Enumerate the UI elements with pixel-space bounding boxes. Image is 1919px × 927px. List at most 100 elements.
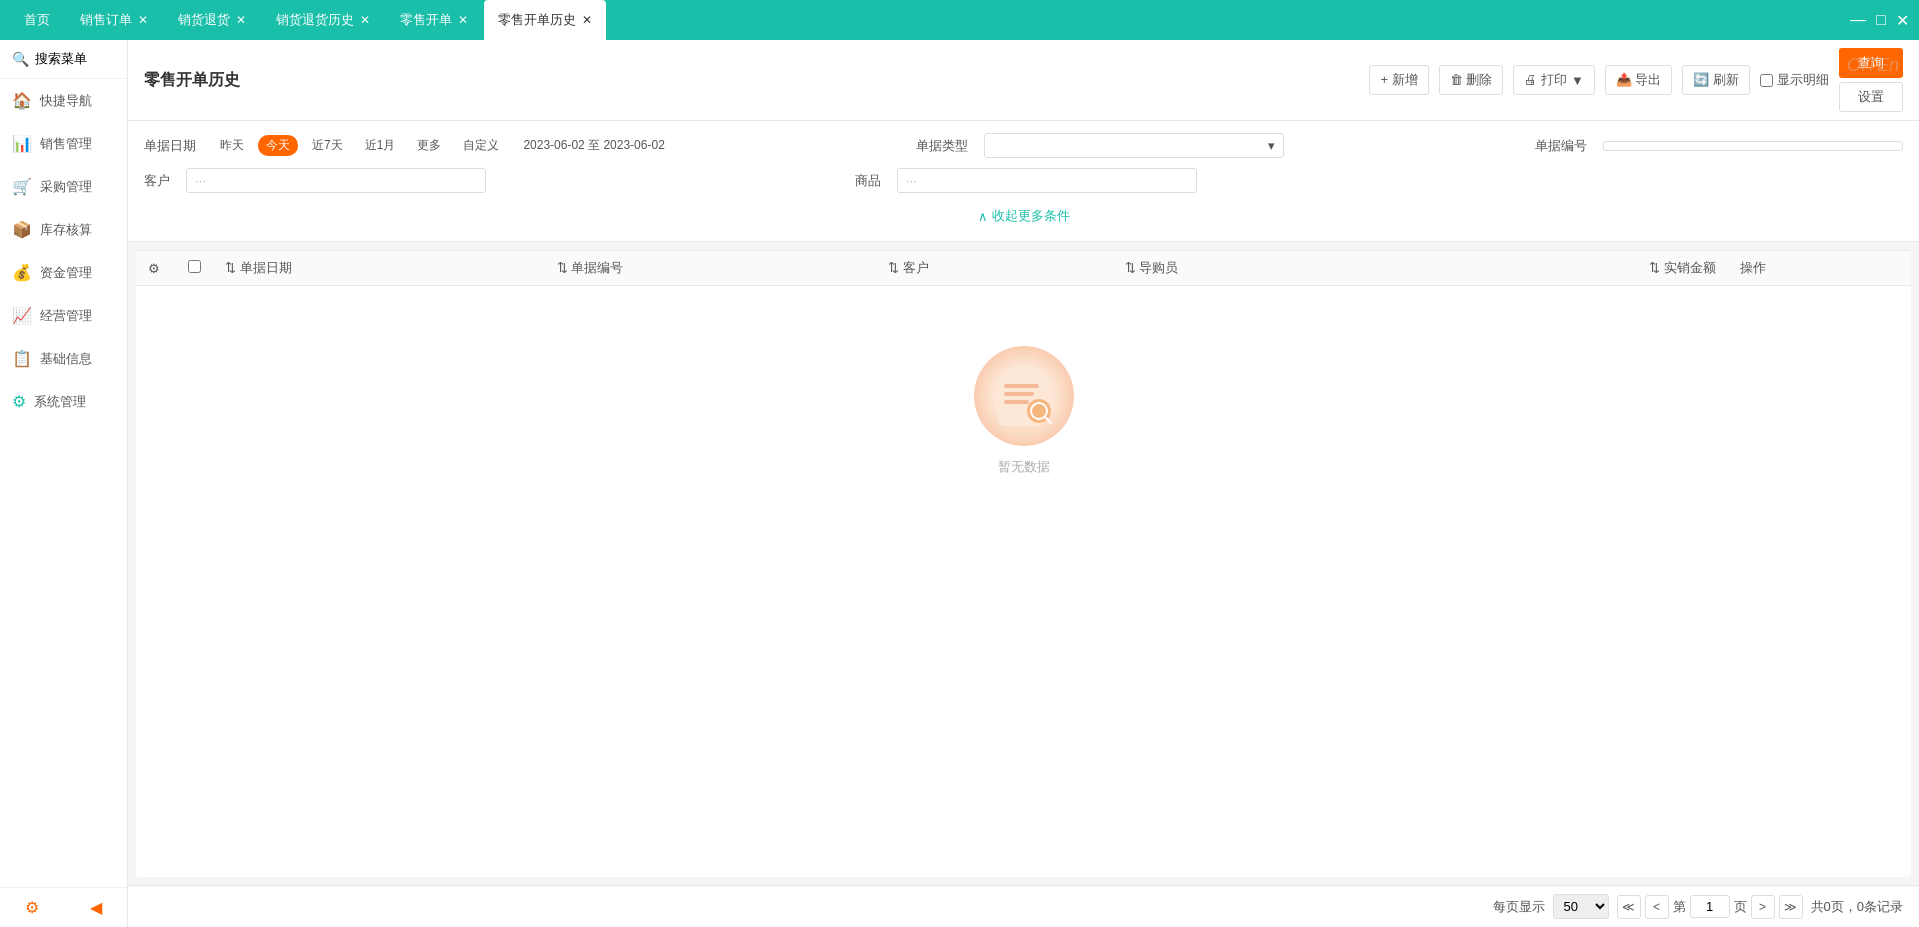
sidebar-bottom: ⚙ ◀ xyxy=(0,887,127,927)
date-opt-近1月[interactable]: 近1月 xyxy=(357,135,404,156)
pagination-nav: ≪ < 第 页 > ≫ xyxy=(1617,895,1803,919)
sidebar-item-采购管理[interactable]: 🛒 采购管理 xyxy=(0,165,127,208)
delete-button-label: 🗑 删除 xyxy=(1450,71,1493,89)
tab-零售开单[interactable]: 零售开单✕ xyxy=(386,0,482,40)
col-docno-label: ⇅ 单据编号 xyxy=(557,260,624,275)
sidebar-item-label: 资金管理 xyxy=(40,264,92,282)
print-button[interactable]: 🖨 打印 ▼ xyxy=(1513,65,1595,95)
col-date-label: ⇅ 单据日期 xyxy=(225,260,292,275)
svg-rect-3 xyxy=(1004,392,1034,396)
sidebar-item-经营管理[interactable]: 📈经营管理 xyxy=(0,294,127,337)
export-button[interactable]: 📤 导出 xyxy=(1605,65,1673,95)
collapse-icon: ∧ xyxy=(978,209,988,224)
sidebar-item-label: 基础信息 xyxy=(40,350,92,368)
sidebar-item-label: 经营管理 xyxy=(40,307,92,325)
doc-type-select[interactable]: ▾ xyxy=(984,133,1284,158)
date-opt-昨天[interactable]: 昨天 xyxy=(212,135,252,156)
tab-首页[interactable]: 首页 xyxy=(10,0,64,40)
window-maximize-icon[interactable]: □ xyxy=(1876,11,1886,29)
goods-input[interactable]: ··· xyxy=(897,168,1197,193)
sidebar-collapse-icon[interactable]: ◀ xyxy=(90,898,102,917)
next-page-button[interactable]: > xyxy=(1751,895,1775,919)
prev-page-button[interactable]: < xyxy=(1645,895,1669,919)
collapse-more[interactable]: ∧ 收起更多条件 xyxy=(144,203,1903,229)
sidebar-item-销售管理[interactable]: 📊销售管理 xyxy=(0,122,127,165)
query-button[interactable]: 查询 xyxy=(1839,48,1903,78)
customer-input[interactable]: ··· xyxy=(186,168,486,193)
toolbar-actions: + 新增 🗑 删除 🖨 打印 ▼ 📤 导出 🔄 刷新 显示明细 xyxy=(1369,48,1903,112)
refresh-button[interactable]: 🔄 刷新 xyxy=(1682,65,1750,95)
window-minimize-icon[interactable]: — xyxy=(1850,11,1866,29)
sidebar-search[interactable]: 🔍 搜索菜单 xyxy=(0,40,127,79)
display-detail-checkbox[interactable]: 显示明细 xyxy=(1760,71,1829,89)
date-range-text: 2023-06-02 至 2023-06-02 xyxy=(523,137,664,154)
main-layout: 🔍 搜索菜单 🏠快捷导航📊销售管理 🛒 采购管理 📦库存核算💰资金管理📈经营管理 📋 基础… xyxy=(0,40,1919,927)
filter-area: 单据日期 昨天今天近7天近1月更多自定义 2023-06-02 至 2023-0… xyxy=(128,121,1919,242)
table-check-col[interactable] xyxy=(176,251,213,286)
col-action-label: 操作 xyxy=(1740,260,1766,275)
col-date[interactable]: ⇅ 单据日期 xyxy=(213,251,545,286)
svg-rect-4 xyxy=(1004,400,1029,404)
date-opt-更多[interactable]: 更多 xyxy=(409,135,449,156)
empty-illustration xyxy=(984,356,1064,436)
data-table: ⚙ ⇅ 单据日期 ⇅ 单据编号 ⇅ 客户 ⇅ 导购员 ⇅ 实销金额 操作 xyxy=(136,250,1911,286)
settings-button-label: 设置 xyxy=(1858,89,1884,104)
sidebar-item-快捷导航[interactable]: 🏠快捷导航 xyxy=(0,79,127,122)
print-arrow-icon: ▼ xyxy=(1571,73,1584,88)
last-page-button[interactable]: ≫ xyxy=(1779,895,1803,919)
sidebar-item-库存核算[interactable]: 📦库存核算 xyxy=(0,208,127,251)
doc-type-arrow: ▾ xyxy=(1268,138,1275,153)
col-docno[interactable]: ⇅ 单据编号 xyxy=(545,251,877,286)
tab-close-icon[interactable]: ✕ xyxy=(138,13,148,27)
sidebar-item-系统管理[interactable]: ⚙系统管理 xyxy=(0,380,127,423)
per-page-select[interactable]: 50 10 20 100 xyxy=(1553,894,1609,919)
date-opt-今天[interactable]: 今天 xyxy=(258,135,298,156)
date-opt-自定义[interactable]: 自定义 xyxy=(455,135,507,156)
sidebar-item-资金管理[interactable]: 💰资金管理 xyxy=(0,251,127,294)
sidebar-item-icon: 🛒 xyxy=(12,177,32,196)
page-number-input[interactable] xyxy=(1690,895,1730,918)
toolbar: 零售开单历史 + 新增 🗑 删除 🖨 打印 ▼ 📤 导出 🔄 刷新 xyxy=(128,40,1919,121)
select-all-checkbox[interactable] xyxy=(188,260,201,273)
refresh-button-label: 🔄 刷新 xyxy=(1693,71,1739,89)
tab-销售订单[interactable]: 销售订单✕ xyxy=(66,0,162,40)
content-area: 零售开单历史 + 新增 🗑 删除 🖨 打印 ▼ 📤 导出 🔄 刷新 xyxy=(128,40,1919,927)
sidebar-item-label: 采购管理 xyxy=(40,178,92,196)
tab-close-icon[interactable]: ✕ xyxy=(458,13,468,27)
delete-button[interactable]: 🗑 删除 xyxy=(1439,65,1504,95)
page-prefix-label: 第 xyxy=(1673,898,1686,916)
sidebar-item-label: 快捷导航 xyxy=(40,92,92,110)
tab-close-icon[interactable]: ✕ xyxy=(582,13,592,27)
add-button-label: + 新增 xyxy=(1380,71,1417,89)
settings-button[interactable]: 设置 xyxy=(1839,82,1903,112)
top-bar: 首页销售订单✕销货退货✕销货退货历史✕零售开单✕零售开单历史✕ — □ ✕ xyxy=(0,0,1919,40)
col-customer[interactable]: ⇅ 客户 xyxy=(876,251,1112,286)
date-opt-近7天[interactable]: 近7天 xyxy=(304,135,351,156)
add-button[interactable]: + 新增 xyxy=(1369,65,1428,95)
sidebar-search-label: 搜索菜单 xyxy=(35,50,87,68)
tab-零售开单历史[interactable]: 零售开单历史✕ xyxy=(484,0,606,40)
customer-label: 客户 xyxy=(144,172,170,190)
first-page-button[interactable]: ≪ xyxy=(1617,895,1641,919)
table-area: ⚙ ⇅ 单据日期 ⇅ 单据编号 ⇅ 客户 ⇅ 导购员 ⇅ 实销金额 操作 xyxy=(136,250,1911,877)
tab-close-icon[interactable]: ✕ xyxy=(236,13,246,27)
pagination: 每页显示 50 10 20 100 ≪ < 第 页 > ≫ 共0页，0条记录 xyxy=(128,885,1919,927)
date-filter-label: 单据日期 xyxy=(144,137,196,155)
sidebar-item-icon: 📦 xyxy=(12,220,32,239)
sidebar-item-icon: ⚙ xyxy=(12,392,26,411)
col-salesperson-label: ⇅ 导购员 xyxy=(1125,260,1179,275)
print-button-label: 🖨 打印 xyxy=(1524,71,1567,89)
window-close-icon[interactable]: ✕ xyxy=(1896,11,1909,30)
table-settings-col[interactable]: ⚙ xyxy=(136,251,176,286)
col-amount[interactable]: ⇅ 实销金额 xyxy=(1397,251,1729,286)
col-salesperson[interactable]: ⇅ 导购员 xyxy=(1113,251,1397,286)
sidebar-settings-icon[interactable]: ⚙ xyxy=(25,898,39,917)
doc-no-input[interactable] xyxy=(1603,141,1903,151)
sidebar-item-基础信息[interactable]: 📋 基础信息 xyxy=(0,337,127,380)
tab-close-icon[interactable]: ✕ xyxy=(360,13,370,27)
tab-销货退货历史[interactable]: 销货退货历史✕ xyxy=(262,0,384,40)
display-detail-input[interactable] xyxy=(1760,74,1773,87)
sidebar-item-icon: 📋 xyxy=(12,349,32,368)
tab-销货退货[interactable]: 销货退货✕ xyxy=(164,0,260,40)
window-controls: — □ ✕ xyxy=(1850,11,1909,30)
